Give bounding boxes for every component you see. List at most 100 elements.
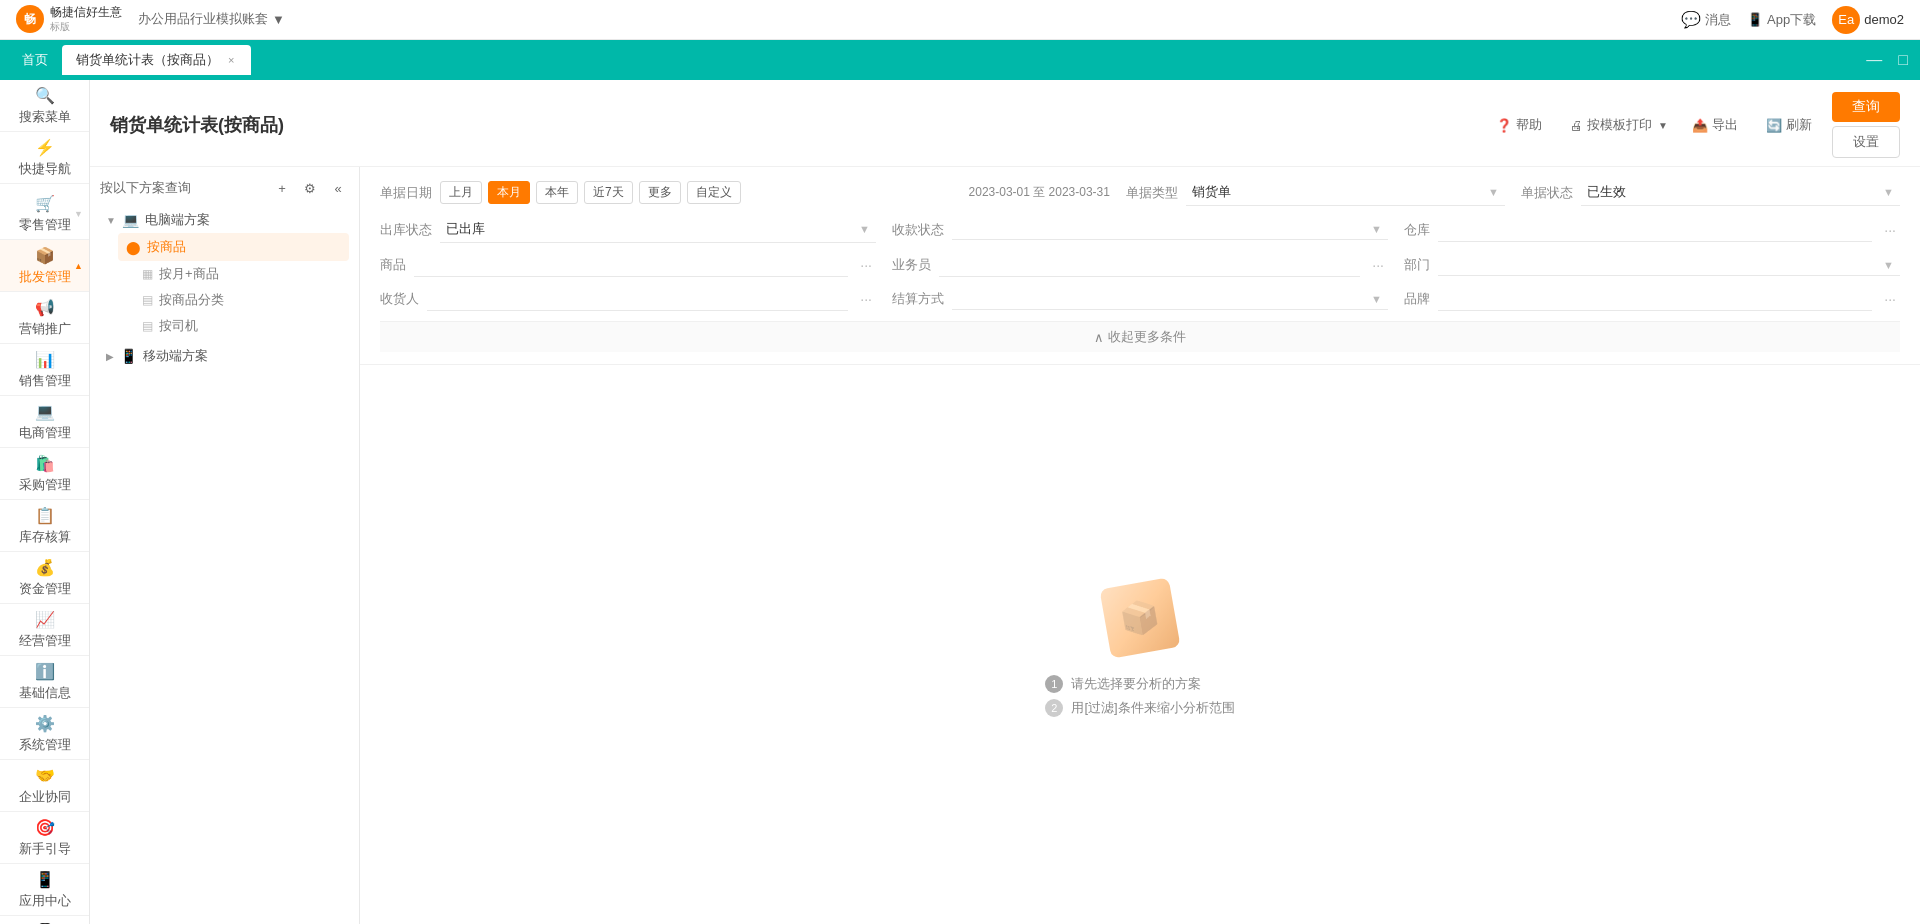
sidebar-item-purchase[interactable]: 🛍️ 采购管理 [0,448,89,500]
settlement-arrow: ▼ [1371,293,1382,305]
sidebar-label-inventory: 库存核算 [19,528,71,546]
sidebar-item-appcenter[interactable]: 📱 应用中心 [0,864,89,916]
desktop-group-label: 电脑端方案 [145,211,210,229]
settlement-select[interactable]: ▼ [952,289,1388,310]
receiver-dots[interactable]: ··· [856,291,876,307]
out-status-select[interactable]: 已出库 ▼ [440,216,876,243]
date-more-btn[interactable]: 更多 [639,181,681,204]
doc-status-value: 已生效 [1587,183,1626,201]
title-actions: ❓ 帮助 🖨 按模板打印 ▼ 📤 导出 🔄 刷新 查询 [1488,92,1900,158]
department-arrow: ▼ [1883,259,1894,271]
filter-form: 单据日期 上月 本月 本年 近7天 更多 自定义 2023-03-01 至 20… [360,167,1920,365]
tab-home[interactable]: 首页 [8,45,62,75]
brand-dots[interactable]: ··· [1880,291,1900,307]
finance-icon: 💰 [35,558,55,577]
payment-status-label: 收款状态 [892,221,944,239]
sidebar-label-search: 搜索菜单 [19,108,71,126]
mobile-group-icon: 📱 [120,348,137,364]
doc-status-arrow: ▼ [1883,186,1894,198]
sidebar-item-marketing[interactable]: 📢 营销推广 [0,292,89,344]
tree-node-by-month-product[interactable]: ▦ 按月+商品 [134,261,349,287]
system-icon: ⚙️ [35,714,55,733]
empty-hints: 1 请先选择要分析的方案 2 用[过滤]条件来缩小分析范围 [1045,675,1234,717]
tree-group-desktop: ▼ 💻 电脑端方案 ⬤ 按商品 ▦ 按月+商品 [100,207,349,339]
print-btn[interactable]: 🖨 按模板打印 ▼ [1562,112,1672,138]
filter-field-product: 商品 ··· [380,253,876,277]
help-btn[interactable]: ❓ 帮助 [1488,112,1550,138]
sidebar-item-finance[interactable]: 💰 资金管理 [0,552,89,604]
filter-row-1: 单据日期 上月 本月 本年 近7天 更多 自定义 2023-03-01 至 20… [380,179,1900,206]
warehouse-dots[interactable]: ··· [1880,222,1900,238]
receiver-input[interactable] [427,287,848,311]
sidebar-item-system[interactable]: ⚙️ 系统管理 [0,708,89,760]
brand-input[interactable] [1438,287,1872,311]
date-this-year-btn[interactable]: 本年 [536,181,578,204]
query-button[interactable]: 查询 [1832,92,1900,122]
workspace-selector[interactable]: 办公用品行业模拟账套 ▼ [130,6,293,32]
tab-maximize-btn[interactable]: □ [1894,47,1912,73]
newuser-icon: 🎯 [35,818,55,837]
message-action[interactable]: 💬 消息 [1681,10,1731,29]
salesperson-dots[interactable]: ··· [1368,257,1388,273]
tree-group-desktop-header[interactable]: ▼ 💻 电脑端方案 [100,207,349,233]
tab-active[interactable]: 销货单统计表（按商品） × [62,45,251,75]
tree-group-mobile-header[interactable]: ▶ 📱 移动端方案 [100,343,349,369]
out-status-value: 已出库 [446,220,485,238]
sidebar-item-quicknav[interactable]: ⚡ 快捷导航 [0,132,89,184]
sidebar-item-ecommerce[interactable]: 💻 电商管理 [0,396,89,448]
by-cashier-label: 按司机 [159,317,198,335]
department-select[interactable]: ▼ [1438,255,1900,276]
sidebar-item-operations[interactable]: 📈 经营管理 [0,604,89,656]
sidebar-item-basic[interactable]: ℹ️ 基础信息 [0,656,89,708]
warehouse-input[interactable] [1438,218,1872,242]
split-layout: 按以下方案查询 + ⚙ « [90,167,1920,924]
payment-status-select[interactable]: ▼ [952,219,1388,240]
doc-status-select[interactable]: 已生效 ▼ [1581,179,1900,206]
doc-type-select[interactable]: 销货单 ▼ [1186,179,1505,206]
date-last-month-btn[interactable]: 上月 [440,181,482,204]
date-custom-btn[interactable]: 自定义 [687,181,741,204]
sidebar-item-search[interactable]: 🔍 搜索菜单 [0,80,89,132]
date-this-month-btn[interactable]: 本月 [488,181,530,204]
tree-node-by-cashier[interactable]: ▤ 按司机 [134,313,349,339]
doc-type-value: 销货单 [1192,183,1231,201]
results-area: 1 请先选择要分析的方案 2 用[过滤]条件来缩小分析范围 [360,365,1920,924]
settings-button[interactable]: 设置 [1832,126,1900,158]
logo-area: 畅 畅捷信好生意 标版 [16,5,122,33]
tree-node-by-product[interactable]: ⬤ 按商品 [118,233,349,261]
export-btn[interactable]: 📤 导出 [1684,112,1746,138]
sidebar-item-enterprise[interactable]: 🤝 企业协同 [0,760,89,812]
sidebar-item-newuser[interactable]: 🎯 新手引导 [0,812,89,864]
sidebar-item-wholesale[interactable]: 📦 批发管理 ▲ [0,240,89,292]
sidebar-label-operations: 经营管理 [19,632,71,650]
tab-close-icon[interactable]: × [225,53,237,67]
sidebar-label-ecommerce: 电商管理 [19,424,71,442]
sidebar-label-retail: 零售管理 [19,216,71,234]
refresh-btn[interactable]: 🔄 刷新 [1758,112,1820,138]
sidebar-item-retail[interactable]: 🛒 零售管理 ▼ [0,188,89,240]
tree-settings-btn[interactable]: ⚙ [299,177,321,199]
tree-header: 按以下方案查询 + ⚙ « [100,177,349,199]
ecommerce-icon: 💻 [35,402,55,421]
print-icon: 🖨 [1570,118,1583,133]
tree-add-icon: + [278,181,286,196]
sidebar-item-corpwechat[interactable]: 💬 企业微信 [0,916,89,924]
mobile-group-label: 移动端方案 [143,347,208,365]
product-input[interactable] [414,253,848,277]
product-dots[interactable]: ··· [856,257,876,273]
hint-item-1: 1 请先选择要分析的方案 [1045,675,1234,693]
app-download-label: App下载 [1767,11,1816,29]
settlement-label: 结算方式 [892,290,944,308]
collapse-btn[interactable]: ∧ 收起更多条件 [380,321,1900,352]
sidebar-label-wholesale: 批发管理 [19,268,71,286]
sidebar-item-sales[interactable]: 📊 销售管理 [0,344,89,396]
user-area[interactable]: Ea demo2 [1832,6,1904,34]
sidebar-item-inventory[interactable]: 📋 库存核算 [0,500,89,552]
date-last7-btn[interactable]: 近7天 [584,181,633,204]
salesperson-input[interactable] [939,253,1360,277]
tree-add-btn[interactable]: + [271,177,293,199]
tab-minimize-btn[interactable]: — [1862,47,1886,73]
tree-collapse-btn[interactable]: « [327,177,349,199]
tree-node-by-product-category[interactable]: ▤ 按商品分类 [134,287,349,313]
app-download-action[interactable]: 📱 App下载 [1747,11,1816,29]
